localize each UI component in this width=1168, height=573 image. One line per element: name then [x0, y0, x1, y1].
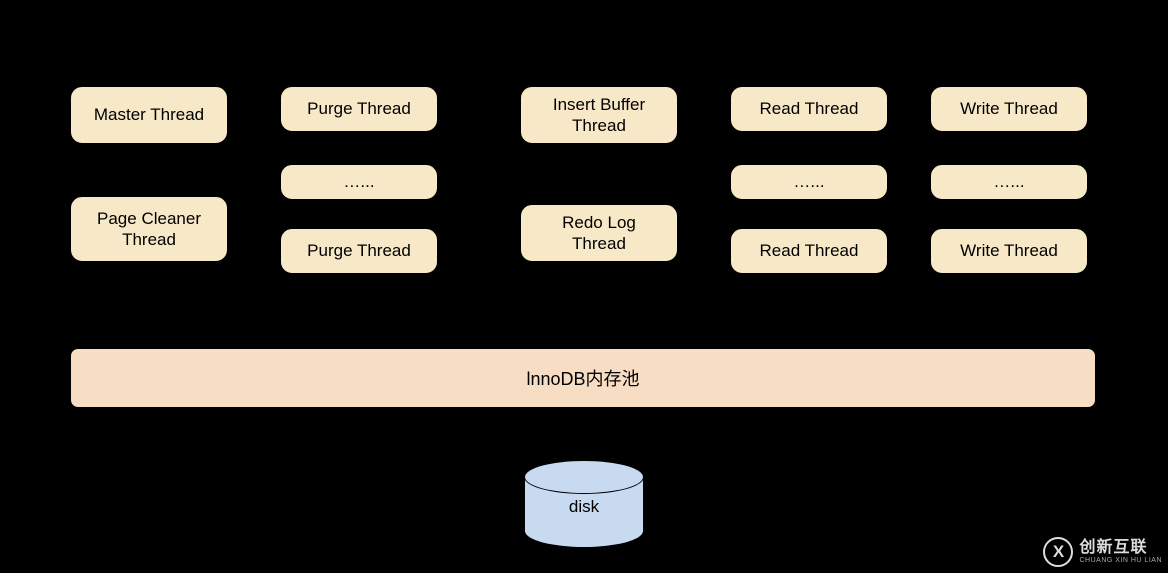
purge-dots-label: …...: [343, 171, 374, 192]
purge-thread-2-label: Purge Thread: [307, 240, 411, 261]
redo-log-thread-box: Redo Log Thread: [520, 204, 678, 262]
write-thread-2-label: Write Thread: [960, 240, 1058, 261]
disk-top-ellipse: [524, 460, 644, 494]
disk-label: disk: [569, 497, 599, 517]
disk-cylinder: disk: [524, 460, 644, 548]
watermark-text: 创新互联 CHUANG XIN HU LIAN: [1079, 540, 1162, 564]
watermark-main: 创新互联: [1079, 540, 1162, 557]
purge-dots-box: …...: [280, 164, 438, 200]
read-thread-1-box: Read Thread: [730, 86, 888, 132]
insert-buffer-thread-label: Insert Buffer Thread: [553, 94, 645, 137]
read-dots-box: …...: [730, 164, 888, 200]
write-dots-label: …...: [993, 171, 1024, 192]
watermark: X 创新互联 CHUANG XIN HU LIAN: [1043, 537, 1162, 567]
read-thread-1-label: Read Thread: [760, 98, 859, 119]
purge-thread-2-box: Purge Thread: [280, 228, 438, 274]
watermark-sub: CHUANG XIN HU LIAN: [1079, 557, 1162, 564]
master-thread-box: Master Thread: [70, 86, 228, 144]
master-thread-label: Master Thread: [94, 104, 204, 125]
write-thread-1-label: Write Thread: [960, 98, 1058, 119]
read-thread-2-label: Read Thread: [760, 240, 859, 261]
write-thread-1-box: Write Thread: [930, 86, 1088, 132]
read-dots-label: …...: [793, 171, 824, 192]
page-cleaner-thread-label: Page Cleaner Thread: [97, 208, 201, 251]
write-thread-2-box: Write Thread: [930, 228, 1088, 274]
innodb-memory-pool: lnnoDB内存池: [70, 348, 1096, 408]
purge-thread-1-label: Purge Thread: [307, 98, 411, 119]
watermark-icon: X: [1043, 537, 1073, 567]
page-cleaner-thread-box: Page Cleaner Thread: [70, 196, 228, 262]
redo-log-thread-label: Redo Log Thread: [562, 212, 636, 255]
write-dots-box: …...: [930, 164, 1088, 200]
memory-pool-label: lnnoDB内存池: [526, 365, 639, 391]
insert-buffer-thread-box: Insert Buffer Thread: [520, 86, 678, 144]
read-thread-2-box: Read Thread: [730, 228, 888, 274]
innodb-diagram: Master Thread Page Cleaner Thread Purge …: [0, 0, 1168, 573]
purge-thread-1-box: Purge Thread: [280, 86, 438, 132]
